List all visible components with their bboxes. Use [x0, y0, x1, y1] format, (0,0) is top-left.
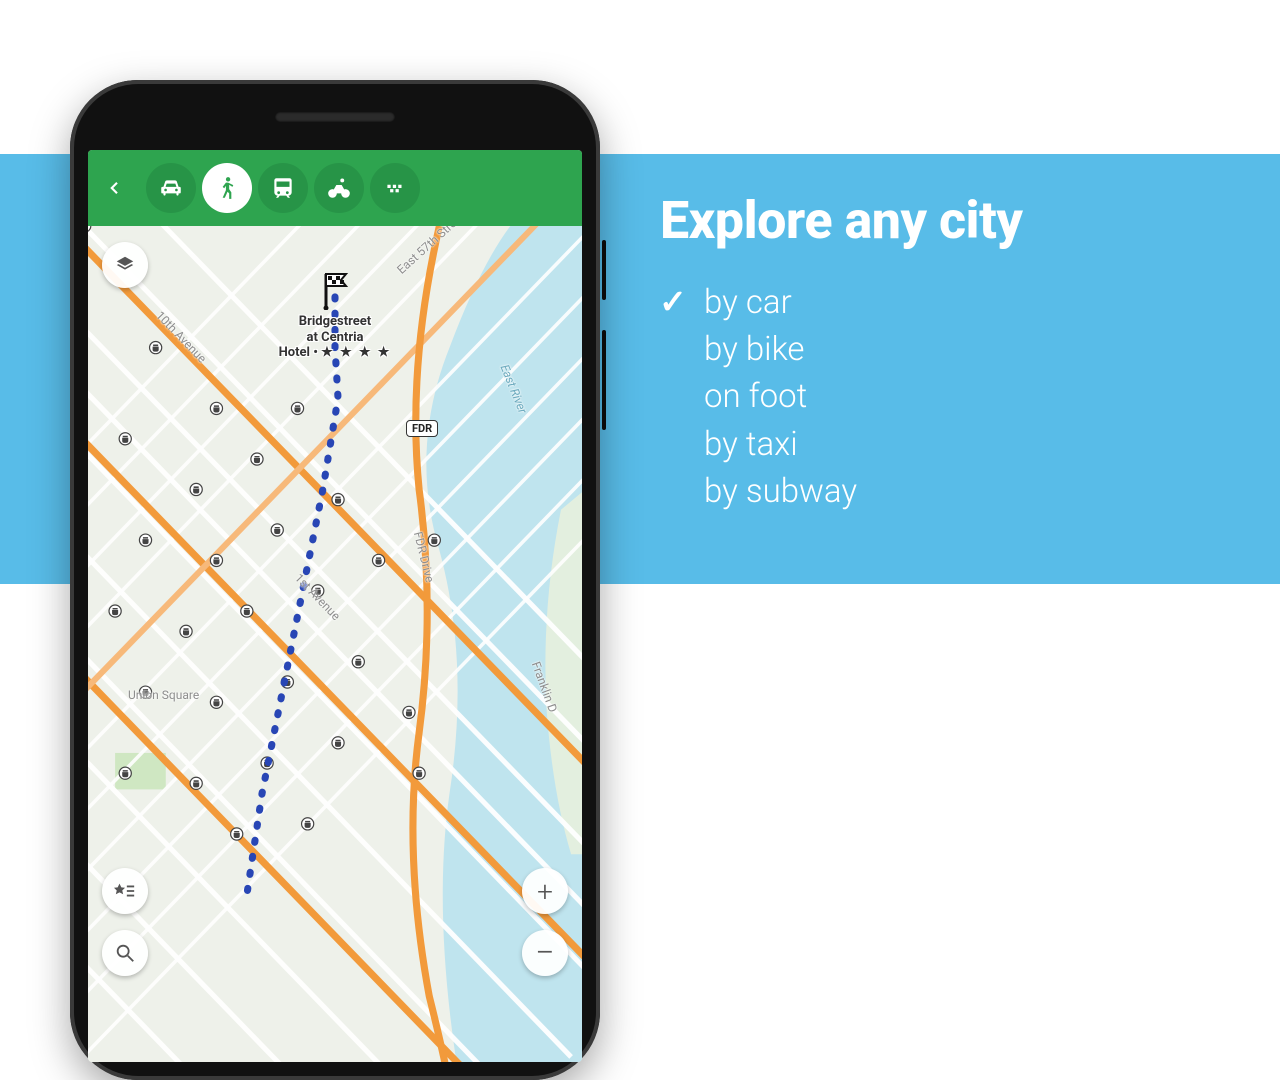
route-topbar: [88, 150, 582, 226]
promo-item-label: by subway: [704, 468, 857, 515]
car-icon: [158, 175, 184, 201]
promo-item-taxi: by taxi: [660, 421, 1022, 468]
mode-walk[interactable]: [202, 163, 252, 213]
promo-list: ✓ by car by bike on foot by taxi by subw…: [660, 279, 1022, 515]
phone-speaker: [275, 112, 395, 122]
destination-flag-icon[interactable]: [318, 270, 352, 314]
bookmarks-button[interactable]: [102, 868, 148, 914]
promo-item-foot: on foot: [660, 373, 1022, 420]
destination-label[interactable]: Bridgestreet at Centria Hotel • ★ ★ ★ ★: [279, 314, 392, 361]
layers-button[interactable]: [102, 242, 148, 288]
destination-stars: ★ ★ ★ ★: [321, 345, 391, 360]
promo-item-bike: by bike: [660, 326, 1022, 373]
search-icon: [114, 942, 136, 964]
chevron-left-icon: [105, 179, 123, 197]
mode-taxi[interactable]: [370, 163, 420, 213]
destination-name: Bridgestreet: [279, 314, 392, 330]
plus-icon: +: [537, 875, 553, 908]
phone-side-button: [602, 330, 606, 430]
back-button[interactable]: [100, 174, 128, 202]
check-icon: ✓: [660, 279, 686, 326]
mode-transit[interactable]: [258, 163, 308, 213]
phone-mockup: Bridgestreet at Centria Hotel • ★ ★ ★ ★ …: [70, 80, 600, 1080]
promo-item-label: by car: [704, 279, 792, 326]
mode-car[interactable]: [146, 163, 196, 213]
search-button[interactable]: [102, 930, 148, 976]
promo-item-subway: by subway: [660, 468, 1022, 515]
minus-icon: −: [535, 933, 554, 973]
walk-icon: [214, 175, 240, 201]
promo-item-label: by taxi: [704, 421, 798, 468]
bookmarks-icon: [114, 880, 136, 902]
destination-name: Hotel: [279, 345, 310, 360]
promo-title: Explore any city: [660, 190, 1022, 251]
promo-copy: Explore any city ✓ by car by bike on foo…: [660, 190, 1022, 515]
promo-item-label: on foot: [704, 373, 807, 420]
zoom-out-button[interactable]: −: [522, 930, 568, 976]
promo-item-car: ✓ by car: [660, 279, 1022, 326]
route-shield: FDR: [406, 420, 438, 437]
mode-bike[interactable]: [314, 163, 364, 213]
phone-side-button: [602, 240, 606, 300]
layers-icon: [114, 254, 136, 276]
promo-item-label: by bike: [704, 326, 805, 373]
bike-icon: [326, 175, 352, 201]
taxi-icon: [382, 175, 408, 201]
zoom-in-button[interactable]: +: [522, 868, 568, 914]
transport-modes: [146, 163, 420, 213]
app-screen: Bridgestreet at Centria Hotel • ★ ★ ★ ★ …: [88, 150, 582, 1062]
area-label: Union Square: [128, 688, 199, 702]
transit-icon: [270, 175, 296, 201]
destination-name: at Centria: [279, 330, 392, 346]
